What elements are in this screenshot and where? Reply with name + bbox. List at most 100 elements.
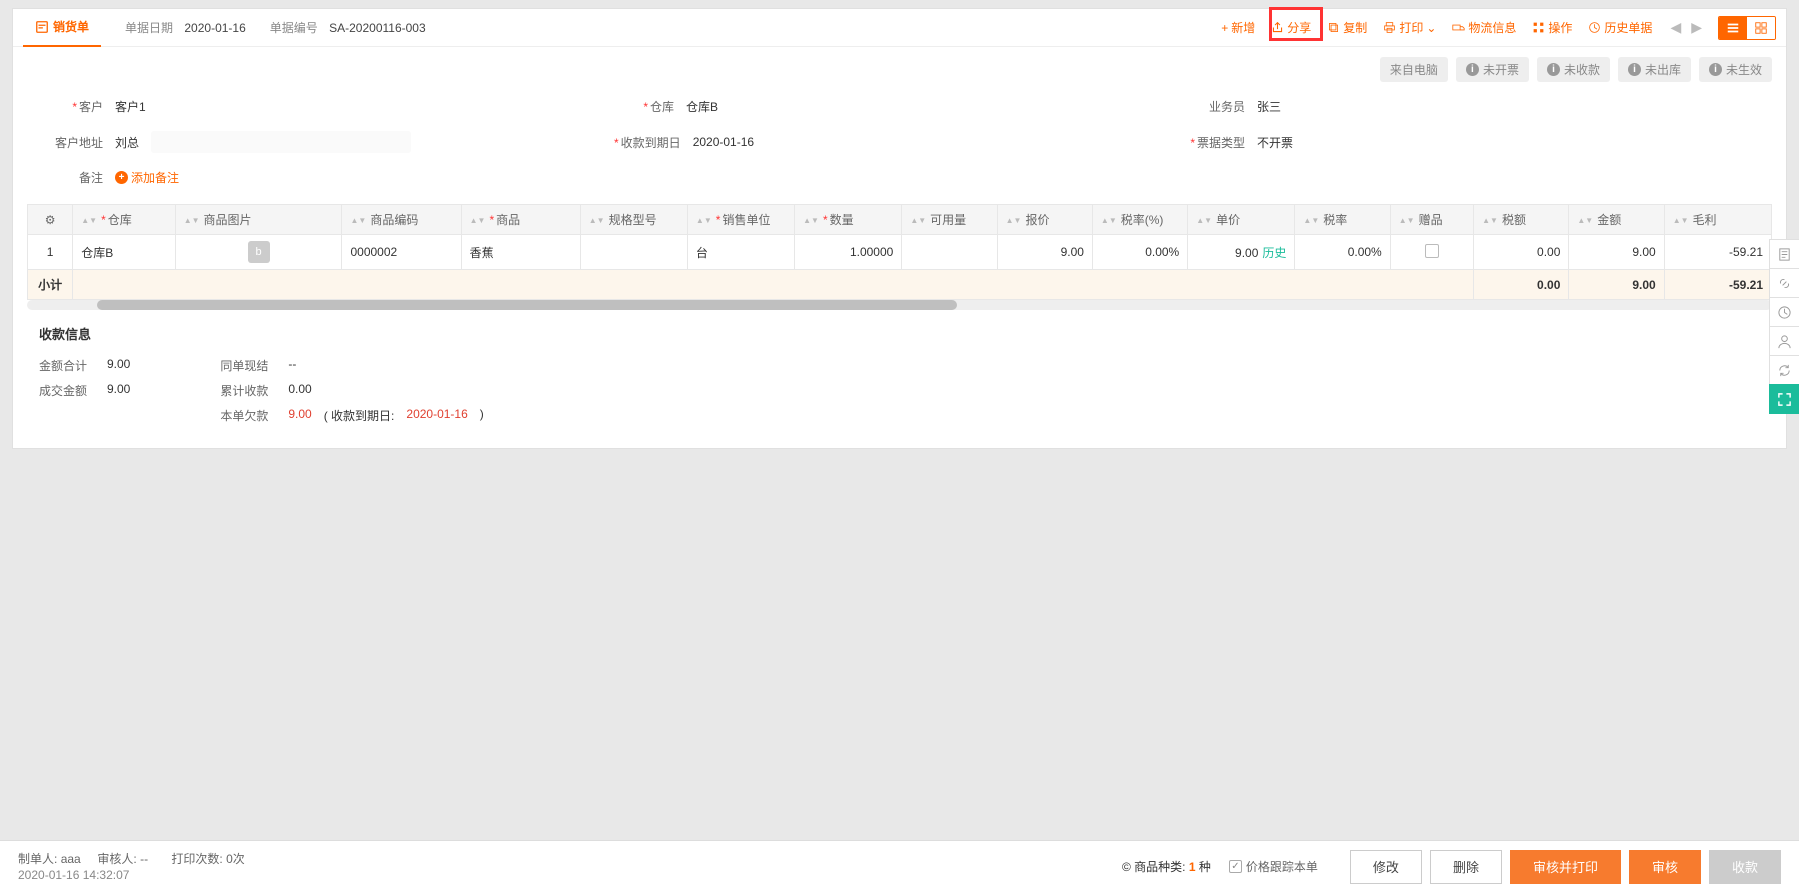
product-kind-stat: © 商品种类: 1 种 — [1122, 858, 1211, 875]
horizontal-scrollbar[interactable] — [27, 300, 1772, 310]
rail-expand-icon[interactable] — [1769, 384, 1799, 414]
info-icon: i — [1466, 63, 1479, 76]
field-addr: 客户地址 刘总 — [43, 131, 614, 153]
addr-blank — [151, 131, 411, 153]
rail-link-icon[interactable] — [1769, 268, 1799, 298]
next-doc[interactable]: ▶ — [1687, 19, 1706, 36]
audit-print-button[interactable]: 审核并打印 — [1510, 850, 1621, 884]
status-row: 来自电脑 i未开票 i未收款 i未出库 i未生效 — [13, 47, 1786, 82]
nav-arrows: ◀ ▶ — [1666, 19, 1706, 36]
status-no-out[interactable]: i未出库 — [1618, 57, 1691, 82]
sales-order-icon — [35, 20, 49, 34]
copy-icon — [1327, 21, 1340, 34]
grid-icon — [1532, 21, 1545, 34]
product-image-icon: b — [248, 241, 270, 263]
toolbar-actions: + 新增 分享 复制 打印 ⌄ 物流信息 操作 — [1215, 15, 1776, 40]
col-amount[interactable]: ▲▼金额 — [1569, 205, 1664, 235]
delete-button[interactable]: 删除 — [1430, 850, 1502, 884]
field-bill: *票据类型 不开票 — [1185, 131, 1756, 153]
audit-button[interactable]: 审核 — [1629, 850, 1701, 884]
side-rail — [1769, 240, 1799, 414]
price-history-link[interactable]: 历史 — [1262, 246, 1286, 260]
rail-clock-icon[interactable] — [1769, 297, 1799, 327]
col-unit[interactable]: ▲▼*销售单位 — [687, 205, 794, 235]
payment-info: 收款信息 金额合计9.00 成交金额9.00 同单现结-- 累计收款0.00 本… — [13, 310, 1786, 448]
view-switch — [1718, 16, 1776, 40]
operate-button[interactable]: 操作 — [1526, 15, 1578, 40]
col-spec[interactable]: ▲▼规格型号 — [580, 205, 687, 235]
checkbox-icon: ✓ — [1229, 860, 1242, 873]
print-button[interactable]: 打印 ⌄ — [1377, 15, 1442, 40]
price-follow-checkbox[interactable]: ✓ 价格跟踪本单 — [1229, 858, 1318, 875]
plus-circle-icon: + — [115, 171, 128, 184]
modify-button[interactable]: 修改 — [1350, 850, 1422, 884]
logistics-button[interactable]: 物流信息 — [1446, 15, 1522, 40]
col-tax[interactable]: ▲▼税率 — [1295, 205, 1390, 235]
add-remark-button[interactable]: + 添加备注 — [115, 169, 179, 186]
col-quote[interactable]: ▲▼报价 — [997, 205, 1092, 235]
history-button[interactable]: 历史单据 — [1582, 15, 1658, 40]
table-header-row: ⚙ ▲▼*仓库 ▲▼商品图片 ▲▼商品编码 ▲▼*商品 ▲▼规格型号 ▲▼*销售… — [28, 205, 1772, 235]
col-taxamt[interactable]: ▲▼税额 — [1474, 205, 1569, 235]
scrollbar-thumb[interactable] — [97, 300, 957, 310]
info-icon: i — [1547, 63, 1560, 76]
field-due: *收款到期日 2020-01-16 — [614, 131, 1185, 153]
col-qty[interactable]: ▲▼*数量 — [795, 205, 902, 235]
status-no-invoice[interactable]: i未开票 — [1456, 57, 1529, 82]
form-area: *客户 客户1 *仓库 仓库B 业务员 张三 客户地址 刘总 *收款到期日 20… — [13, 82, 1786, 198]
field-salesman: 业务员 张三 — [1185, 98, 1756, 115]
col-profit[interactable]: ▲▼毛利 — [1664, 205, 1771, 235]
col-taxrate[interactable]: ▲▼税率(%) — [1092, 205, 1187, 235]
info-icon: i — [1628, 63, 1641, 76]
rail-note-icon[interactable] — [1769, 239, 1799, 269]
status-from-pc: 来自电脑 — [1380, 57, 1448, 82]
col-product[interactable]: ▲▼*商品 — [461, 205, 580, 235]
truck-icon — [1452, 21, 1465, 34]
info-icon: i — [1709, 63, 1722, 76]
copy-button[interactable]: 复制 — [1321, 15, 1373, 40]
rail-user-icon[interactable] — [1769, 326, 1799, 356]
view-card[interactable] — [1747, 17, 1775, 39]
rail-refresh-icon[interactable] — [1769, 355, 1799, 385]
card-icon — [1754, 21, 1768, 35]
receive-button[interactable]: 收款 — [1709, 850, 1781, 884]
grid-wrap: ⚙ ▲▼*仓库 ▲▼商品图片 ▲▼商品编码 ▲▼*商品 ▲▼规格型号 ▲▼*销售… — [27, 204, 1772, 310]
col-gift[interactable]: ▲▼赠品 — [1390, 205, 1473, 235]
plus-icon: + — [1221, 21, 1228, 35]
status-no-receipt[interactable]: i未收款 — [1537, 57, 1610, 82]
col-image[interactable]: ▲▼商品图片 — [175, 205, 342, 235]
tab-sales-order[interactable]: 销货单 — [23, 9, 101, 47]
payment-title: 收款信息 — [39, 324, 1760, 343]
new-button[interactable]: + 新增 — [1215, 15, 1261, 40]
subtotal-row: 小计 0.00 9.00 -59.21 — [28, 270, 1772, 300]
field-remark: 备注 + 添加备注 — [43, 169, 614, 186]
col-warehouse[interactable]: ▲▼*仓库 — [73, 205, 175, 235]
gear-icon: ⚙ — [45, 213, 56, 227]
table-row[interactable]: 1 仓库B b 0000002 香蕉 台 1.00000 9.00 0.00% … — [28, 235, 1772, 270]
main-panel: 销货单 单据日期 2020-01-16 单据编号 SA-20200116-003… — [12, 8, 1787, 449]
share-icon — [1271, 21, 1284, 34]
col-code[interactable]: ▲▼商品编码 — [342, 205, 461, 235]
copyright-icon: © — [1122, 860, 1131, 874]
view-list[interactable] — [1719, 17, 1747, 39]
chevron-down-icon: ⌄ — [1426, 21, 1436, 35]
status-no-effect[interactable]: i未生效 — [1699, 57, 1772, 82]
gift-checkbox[interactable] — [1425, 244, 1439, 258]
doc-date: 单据日期 2020-01-16 — [125, 19, 246, 36]
col-gear[interactable]: ⚙ — [28, 205, 73, 235]
footer-meta: 制单人: aaa 审核人: -- 打印次数: 0次 2020-01-16 14:… — [18, 851, 245, 883]
share-button[interactable]: 分享 — [1265, 15, 1317, 40]
prev-doc[interactable]: ◀ — [1666, 19, 1685, 36]
items-table: ⚙ ▲▼*仓库 ▲▼商品图片 ▲▼商品编码 ▲▼*商品 ▲▼规格型号 ▲▼*销售… — [27, 204, 1772, 300]
field-warehouse: *仓库 仓库B — [614, 98, 1185, 115]
doc-number: 单据编号 SA-20200116-003 — [270, 19, 426, 36]
col-avail[interactable]: ▲▼可用量 — [902, 205, 997, 235]
tab-label: 销货单 — [53, 18, 89, 35]
print-icon — [1383, 21, 1396, 34]
col-price[interactable]: ▲▼单价 — [1188, 205, 1295, 235]
history-icon — [1588, 21, 1601, 34]
footer: 制单人: aaa 审核人: -- 打印次数: 0次 2020-01-16 14:… — [0, 840, 1799, 892]
field-customer: *客户 客户1 — [43, 98, 614, 115]
topbar: 销货单 单据日期 2020-01-16 单据编号 SA-20200116-003… — [13, 9, 1786, 47]
list-icon — [1726, 21, 1740, 35]
